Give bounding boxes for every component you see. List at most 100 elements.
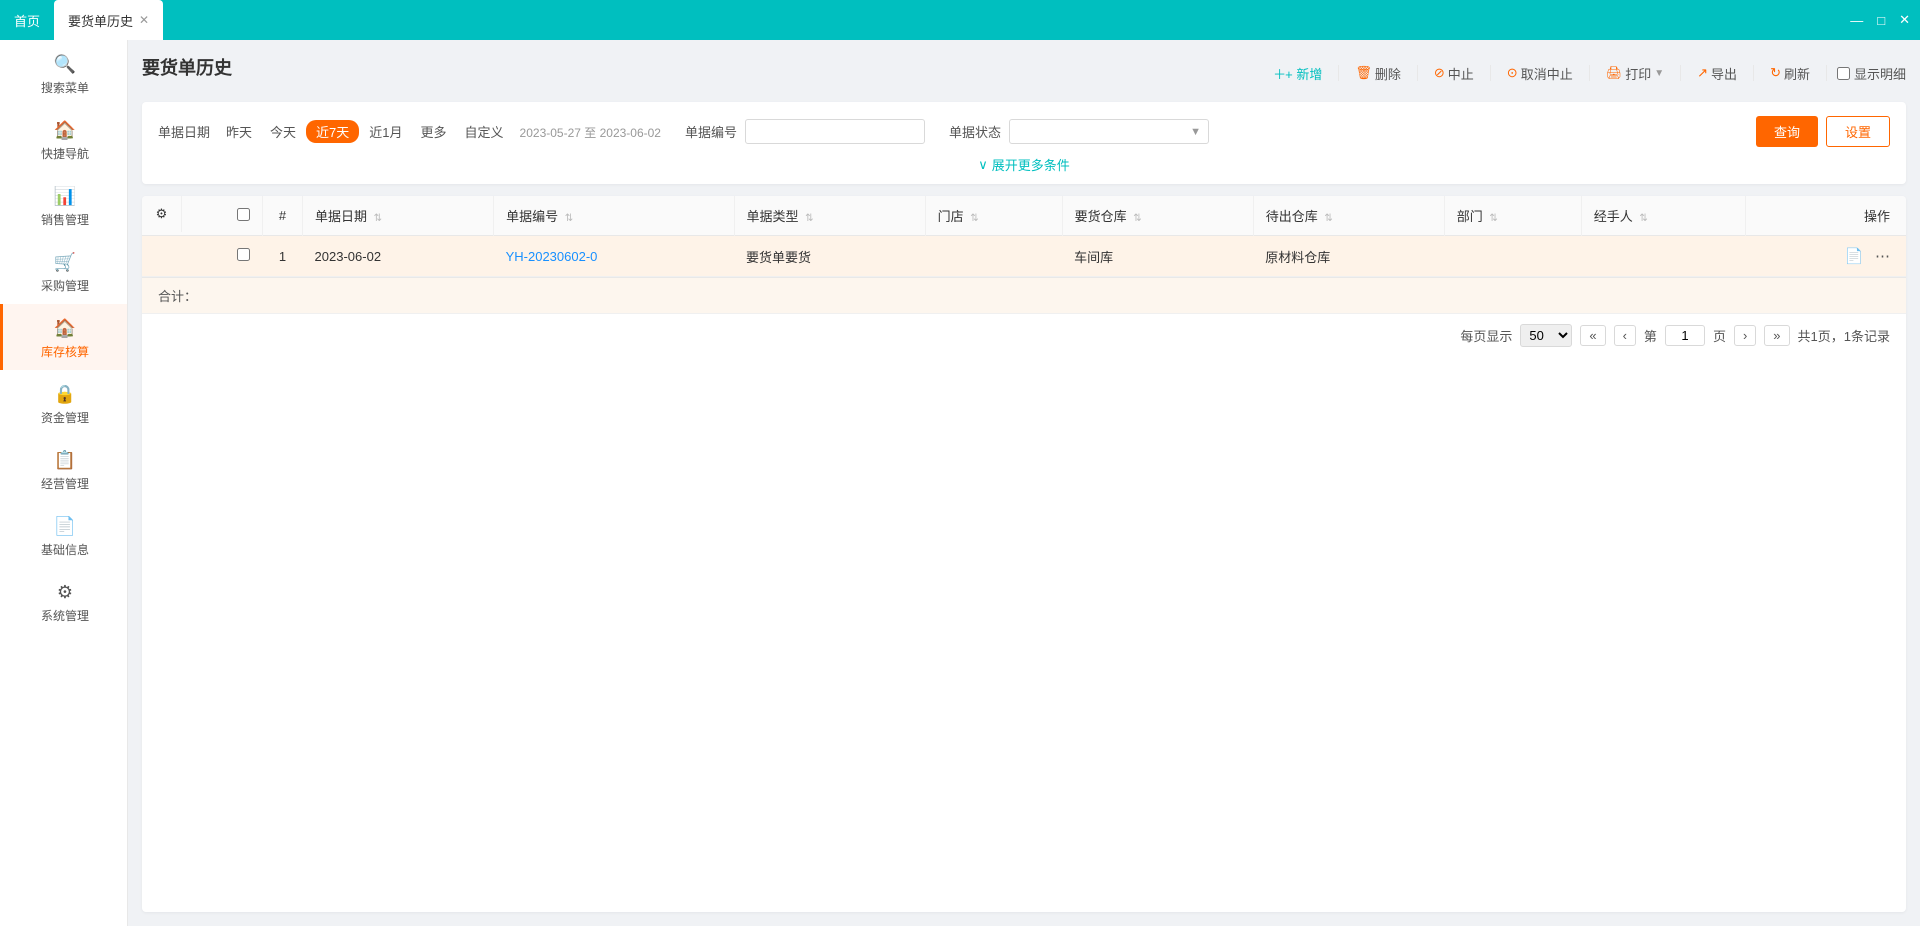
display-detail-label[interactable]: 显示明细: [1837, 64, 1906, 83]
sidebar-item-basic-info[interactable]: 📄 基础信息: [0, 502, 127, 568]
summary-label: 合计：: [158, 286, 197, 305]
tab-home[interactable]: 首页: [0, 0, 54, 40]
row-more-button[interactable]: ⋯: [1871, 245, 1894, 267]
row-operations: 📄 ⋯: [1745, 236, 1906, 277]
date-btn-1month[interactable]: 近1月: [361, 120, 410, 143]
col-operation: 操作: [1745, 196, 1906, 236]
search-menu-icon: 🔍: [54, 54, 76, 75]
basic-info-icon: 📄: [54, 516, 76, 537]
date-btn-custom[interactable]: 自定义: [457, 120, 512, 143]
refresh-icon: ↻: [1770, 65, 1781, 81]
query-button[interactable]: 查询: [1756, 116, 1818, 147]
row-checkbox-cell: [225, 236, 263, 277]
export-icon: ↗: [1697, 65, 1708, 81]
delete-button[interactable]: 🗑 删除: [1345, 59, 1411, 88]
page-size-label: 每页显示: [1460, 326, 1512, 345]
next-page-button[interactable]: ›: [1734, 325, 1756, 346]
date-filter-buttons: 昨天 今天 近7天 近1月 更多 自定义: [218, 120, 512, 143]
row-req-warehouse: 车间库: [1062, 236, 1253, 277]
col-req-warehouse: 要货仓库 ⇅: [1062, 196, 1253, 236]
last-page-button[interactable]: »: [1764, 325, 1789, 346]
export-button[interactable]: ↗ 导出: [1687, 59, 1747, 88]
row-view-button[interactable]: 📄: [1841, 245, 1868, 267]
row-store: [925, 236, 1062, 277]
status-filter-select[interactable]: 草稿 已确认 已中止: [1009, 119, 1209, 144]
sidebar-item-finance-mgmt[interactable]: 🔒 资金管理: [0, 370, 127, 436]
col-pending-warehouse: 待出仓库 ⇅: [1253, 196, 1444, 236]
date-btn-today[interactable]: 今天: [262, 120, 304, 143]
col-settings[interactable]: ⚙: [142, 196, 182, 232]
sidebar-item-ops-mgmt[interactable]: 📋 经营管理: [0, 436, 127, 502]
divider-2: [1417, 65, 1418, 81]
sort-store-icon[interactable]: ⇅: [970, 213, 978, 224]
status-select-wrapper: 草稿 已确认 已中止 ▼: [1009, 119, 1209, 144]
sidebar-item-quick-nav[interactable]: 🏠 快捷导航: [0, 106, 127, 172]
date-btn-7days[interactable]: 近7天: [306, 120, 359, 143]
sidebar-item-search-menu[interactable]: 🔍 搜索菜单: [0, 40, 127, 106]
toolbar-section: 要货单历史 ＋ + 新增 🗑 删除 ⊘ 中止 ⊙: [142, 54, 1906, 92]
date-btn-more[interactable]: 更多: [413, 120, 455, 143]
top-bar: 首页 要货单历史 ✕ — □ ✕: [0, 0, 1920, 40]
date-range-text: 2023-05-27 至 2023-06-02: [520, 124, 661, 141]
cancel-stop-icon: ⊙: [1507, 65, 1518, 81]
window-controls: — □ ✕: [1850, 12, 1920, 28]
first-page-button[interactable]: «: [1580, 325, 1605, 346]
total-info: 共1页，1条记录: [1798, 326, 1890, 345]
col-checkbox: [225, 196, 263, 236]
row-handler: [1581, 236, 1745, 277]
date-btn-yesterday[interactable]: 昨天: [218, 120, 260, 143]
status-filter-group: 单据状态 草稿 已确认 已中止 ▼: [949, 119, 1209, 144]
minimize-icon[interactable]: —: [1850, 13, 1863, 28]
table-settings-icon[interactable]: ⚙: [156, 206, 168, 222]
page-unit-label: 页: [1713, 326, 1726, 345]
filter-action-buttons: 查询 设置: [1756, 116, 1890, 147]
row-checkbox[interactable]: [237, 248, 250, 261]
divider-6: [1753, 65, 1754, 81]
prev-page-button[interactable]: ‹: [1614, 325, 1636, 346]
sidebar-item-sys-mgmt[interactable]: ⚙ 系统管理: [0, 568, 127, 634]
tab-requisition-history[interactable]: 要货单历史 ✕: [54, 0, 163, 40]
stop-button[interactable]: ⊘ 中止: [1424, 59, 1484, 88]
sidebar-item-sales-mgmt[interactable]: 📊 销售管理: [0, 172, 127, 238]
print-dropdown-icon[interactable]: ▼: [1654, 68, 1664, 79]
close-tab-icon[interactable]: ✕: [139, 13, 149, 27]
docno-filter-group: 单据编号: [685, 119, 925, 144]
doc-no-link[interactable]: YH-20230602-0: [506, 249, 598, 264]
page-title: 要货单历史: [142, 54, 232, 80]
page-size-select[interactable]: 50 10 20 100: [1520, 324, 1572, 347]
table-container: ⚙ # 单据日期 ⇅ 单据编号 ⇅ 单据类型 ⇅: [142, 196, 1906, 912]
sidebar-item-inventory[interactable]: 🏠 库存核算: [0, 304, 127, 370]
page-number-input[interactable]: [1665, 325, 1705, 346]
col-handler: 经手人 ⇅: [1581, 196, 1745, 236]
sys-mgmt-icon: ⚙: [57, 582, 73, 603]
delete-icon: 🗑: [1355, 65, 1372, 81]
pagination: 每页显示 50 10 20 100 « ‹ 第 页 › » 共1页，1条记录: [142, 313, 1906, 357]
docno-filter-label: 单据编号: [685, 122, 737, 141]
table-footer: 合计：: [142, 277, 1906, 313]
sidebar-item-purchase-mgmt[interactable]: 🛒 采购管理: [0, 238, 127, 304]
docno-filter-input[interactable]: [745, 119, 925, 144]
sort-pending-warehouse-icon[interactable]: ⇅: [1324, 213, 1332, 224]
settings-button[interactable]: 设置: [1826, 116, 1890, 147]
sort-doc-type-icon[interactable]: ⇅: [805, 213, 813, 224]
sort-dept-icon[interactable]: ⇅: [1489, 213, 1497, 224]
maximize-icon[interactable]: □: [1877, 13, 1885, 28]
row-doc-type: 要货单要货: [734, 236, 925, 277]
sort-doc-no-icon[interactable]: ⇅: [565, 213, 573, 224]
refresh-button[interactable]: ↻ 刷新: [1760, 59, 1820, 88]
new-button[interactable]: ＋ + 新增: [1263, 59, 1332, 88]
col-doc-date: 单据日期 ⇅: [303, 196, 494, 236]
divider-1: [1338, 65, 1339, 81]
sort-handler-icon[interactable]: ⇅: [1639, 213, 1647, 224]
col-num: #: [263, 196, 303, 236]
sort-req-warehouse-icon[interactable]: ⇅: [1133, 213, 1141, 224]
select-all-checkbox[interactable]: [237, 208, 250, 221]
expand-more[interactable]: ∨ 展开更多条件: [158, 155, 1890, 174]
cancel-stop-button[interactable]: ⊙ 取消中止: [1497, 59, 1583, 88]
status-filter-label: 单据状态: [949, 122, 1001, 141]
table-row: 1 2023-06-02 YH-20230602-0 要货单要货 车间库 原材料…: [142, 236, 1906, 277]
print-button[interactable]: 🖨 打印 ▼: [1596, 59, 1674, 88]
close-window-icon[interactable]: ✕: [1899, 12, 1910, 28]
display-detail-checkbox[interactable]: [1837, 67, 1850, 80]
sort-doc-date-icon[interactable]: ⇅: [374, 213, 382, 224]
